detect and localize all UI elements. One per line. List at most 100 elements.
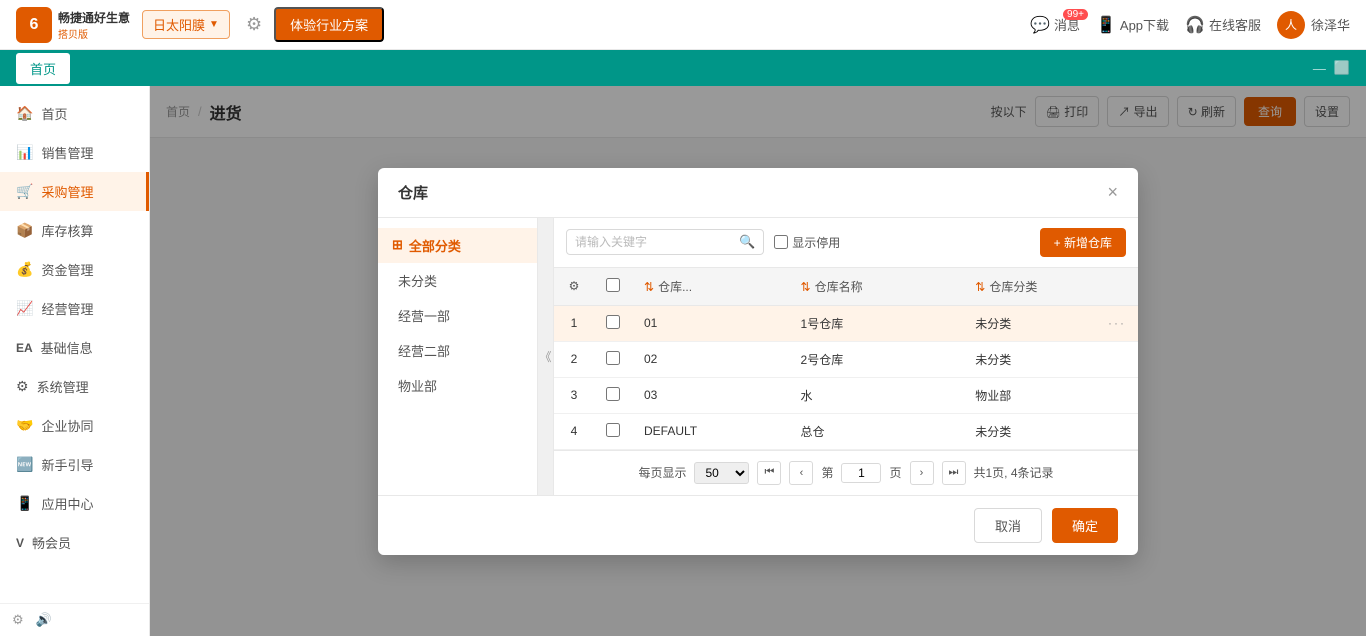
row-checkbox[interactable]	[606, 387, 620, 401]
cat-item-dept1[interactable]: 经营一部	[378, 298, 537, 333]
table-row[interactable]: 3 03 水 物业部	[554, 377, 1138, 413]
row-category: 未分类 ···	[963, 306, 1138, 341]
col-settings: ⚙	[554, 268, 594, 306]
col-code: ⇅仓库...	[632, 268, 789, 306]
row-name: 1号仓库	[789, 305, 964, 341]
store-selector[interactable]: 日太阳膜 ▼	[142, 10, 230, 39]
search-input[interactable]	[575, 235, 735, 249]
modal-header: 仓库 ×	[378, 168, 1138, 218]
sidebar-item-finance[interactable]: 💰 资金管理	[0, 250, 149, 289]
row-checkbox[interactable]	[606, 423, 620, 437]
sidebar-item-purchase[interactable]: 🛒 采购管理	[0, 172, 149, 211]
row-checkbox[interactable]	[606, 351, 620, 365]
sidebar-settings-icon[interactable]: ⚙	[12, 612, 24, 628]
row-index: 2	[554, 341, 594, 377]
page-next-button[interactable]: ›	[910, 461, 934, 485]
sort-icon-name: ⇅	[801, 280, 811, 294]
page-first-button[interactable]: ⏮	[757, 461, 781, 485]
logo-icon: 6	[16, 7, 52, 43]
cancel-button[interactable]: 取消	[974, 508, 1042, 543]
sidebar-label-finance: 资金管理	[41, 260, 93, 279]
sidebar-label-basic-info: 基础信息	[41, 338, 93, 357]
sidebar-item-guide[interactable]: 🆕 新手引导	[0, 445, 149, 484]
table-row[interactable]: 4 DEFAULT 总仓 未分类	[554, 413, 1138, 449]
window-maximize-icon[interactable]: ⬜	[1334, 60, 1350, 76]
show-disabled-area: 显示停用	[774, 234, 840, 251]
purchase-icon: 🛒	[16, 183, 33, 200]
user-menu[interactable]: 人 徐泽华	[1277, 11, 1350, 39]
app-label: App下载	[1120, 15, 1169, 34]
data-table: ⚙ ⇅仓库...	[554, 268, 1138, 450]
sidebar-item-system[interactable]: ⚙ 系统管理	[0, 367, 149, 406]
row-index: 1	[554, 305, 594, 341]
sidebar-item-sales[interactable]: 📊 销售管理	[0, 133, 149, 172]
more-actions-icon[interactable]: ···	[1108, 316, 1126, 330]
search-icon[interactable]: 🔍	[739, 234, 755, 250]
cat-all-item[interactable]: ⊞ 全部分类	[378, 228, 537, 263]
sidebar-item-inventory[interactable]: 📦 库存核算	[0, 211, 149, 250]
collapse-sidebar-button[interactable]: 《	[538, 218, 554, 495]
row-code: 02	[632, 341, 789, 377]
page-last-button[interactable]: ⏭	[942, 461, 966, 485]
select-all-checkbox[interactable]	[606, 278, 620, 292]
col-checkbox	[594, 268, 632, 306]
home-icon: 🏠	[16, 105, 33, 122]
row-name: 水	[789, 377, 964, 413]
user-avatar: 人	[1277, 11, 1305, 39]
tab-home[interactable]: 首页	[16, 53, 70, 84]
new-warehouse-button[interactable]: + 新增仓库	[1040, 228, 1126, 257]
sidebar-label-purchase: 采购管理	[41, 182, 93, 201]
customer-service[interactable]: 🎧 在线客服	[1185, 15, 1261, 35]
modal-close-button[interactable]: ×	[1107, 182, 1118, 203]
sidebar-item-enterprise[interactable]: 🤝 企业协同	[0, 406, 149, 445]
grid-icon: ⊞	[392, 237, 403, 253]
message-badge[interactable]: 💬 消息 99+	[1030, 15, 1080, 35]
brand-text: 畅捷通好生意 搭贝版	[58, 9, 130, 41]
table-row[interactable]: 1 01 1号仓库 未分类 ···	[554, 305, 1138, 341]
page-size-select[interactable]: 50 20 100	[694, 462, 749, 484]
topbar-right: 💬 消息 99+ 📱 App下载 🎧 在线客服 人 徐泽华	[1030, 11, 1350, 39]
col-name: ⇅仓库名称	[789, 268, 964, 306]
app-download[interactable]: 📱 App下载	[1096, 15, 1169, 35]
sidebar-label-vip: 畅会员	[32, 533, 71, 552]
sales-icon: 📊	[16, 144, 33, 161]
row-name: 2号仓库	[789, 341, 964, 377]
sidebar-item-home[interactable]: 🏠 首页	[0, 94, 149, 133]
settings-icon[interactable]: ⚙	[246, 14, 262, 35]
window-minimize-icon[interactable]: —	[1313, 61, 1326, 76]
cat-all-label: 全部分类	[409, 236, 461, 255]
main-layout: 🏠 首页 📊 销售管理 🛒 采购管理 📦 库存核算 💰 资金管理	[0, 86, 1366, 636]
row-index: 3	[554, 377, 594, 413]
modal-body: ⊞ 全部分类 未分类 经营一部 经营二部 物业部 《	[378, 218, 1138, 495]
main-content: 首页 / 进货 按以下 🖨 打印 ↗ 导出 ↻ 刷新 查询 设置	[150, 86, 1366, 636]
sidebar-sound-icon[interactable]: 🔊	[36, 612, 52, 628]
message-count: 99+	[1063, 9, 1088, 20]
sidebar-label-home: 首页	[41, 104, 67, 123]
row-checkbox[interactable]	[606, 315, 620, 329]
cat-item-uncategorized[interactable]: 未分类	[378, 263, 537, 298]
table-area: 🔍 显示停用 + 新增仓库	[554, 218, 1138, 495]
nav-tabs: 首页 — ⬜	[0, 50, 1366, 86]
sort-icon: ⇅	[644, 280, 654, 294]
cat-item-property[interactable]: 物业部	[378, 368, 537, 403]
row-category: 物业部	[963, 377, 1138, 413]
cat-item-dept2[interactable]: 经营二部	[378, 333, 537, 368]
sidebar-item-management[interactable]: 📈 经营管理	[0, 289, 149, 328]
guide-icon: 🆕	[16, 456, 33, 473]
sidebar-item-apps[interactable]: 📱 应用中心	[0, 484, 149, 523]
page-summary: 共1页, 4条记录	[974, 464, 1054, 481]
sidebar-item-vip[interactable]: V 畅会员	[0, 523, 149, 562]
sidebar-label-apps: 应用中心	[41, 494, 93, 513]
sidebar-label-enterprise: 企业协同	[41, 416, 93, 435]
sidebar-item-basic-info[interactable]: EA 基础信息	[0, 328, 149, 367]
page-number-input[interactable]	[841, 463, 881, 483]
logo: 6 畅捷通好生意 搭贝版	[16, 7, 130, 43]
confirm-button[interactable]: 确定	[1052, 508, 1118, 543]
modal-overlay[interactable]: 仓库 × ⊞ 全部分类 未分类 经营一部 经营二部 物业部	[150, 86, 1366, 636]
page-prev-button[interactable]: ‹	[789, 461, 813, 485]
show-disabled-checkbox[interactable]	[774, 235, 788, 249]
management-icon: 📈	[16, 300, 33, 317]
table-row[interactable]: 2 02 2号仓库 未分类	[554, 341, 1138, 377]
apps-icon: 📱	[16, 495, 33, 512]
trial-button[interactable]: 体验行业方案	[274, 7, 384, 42]
